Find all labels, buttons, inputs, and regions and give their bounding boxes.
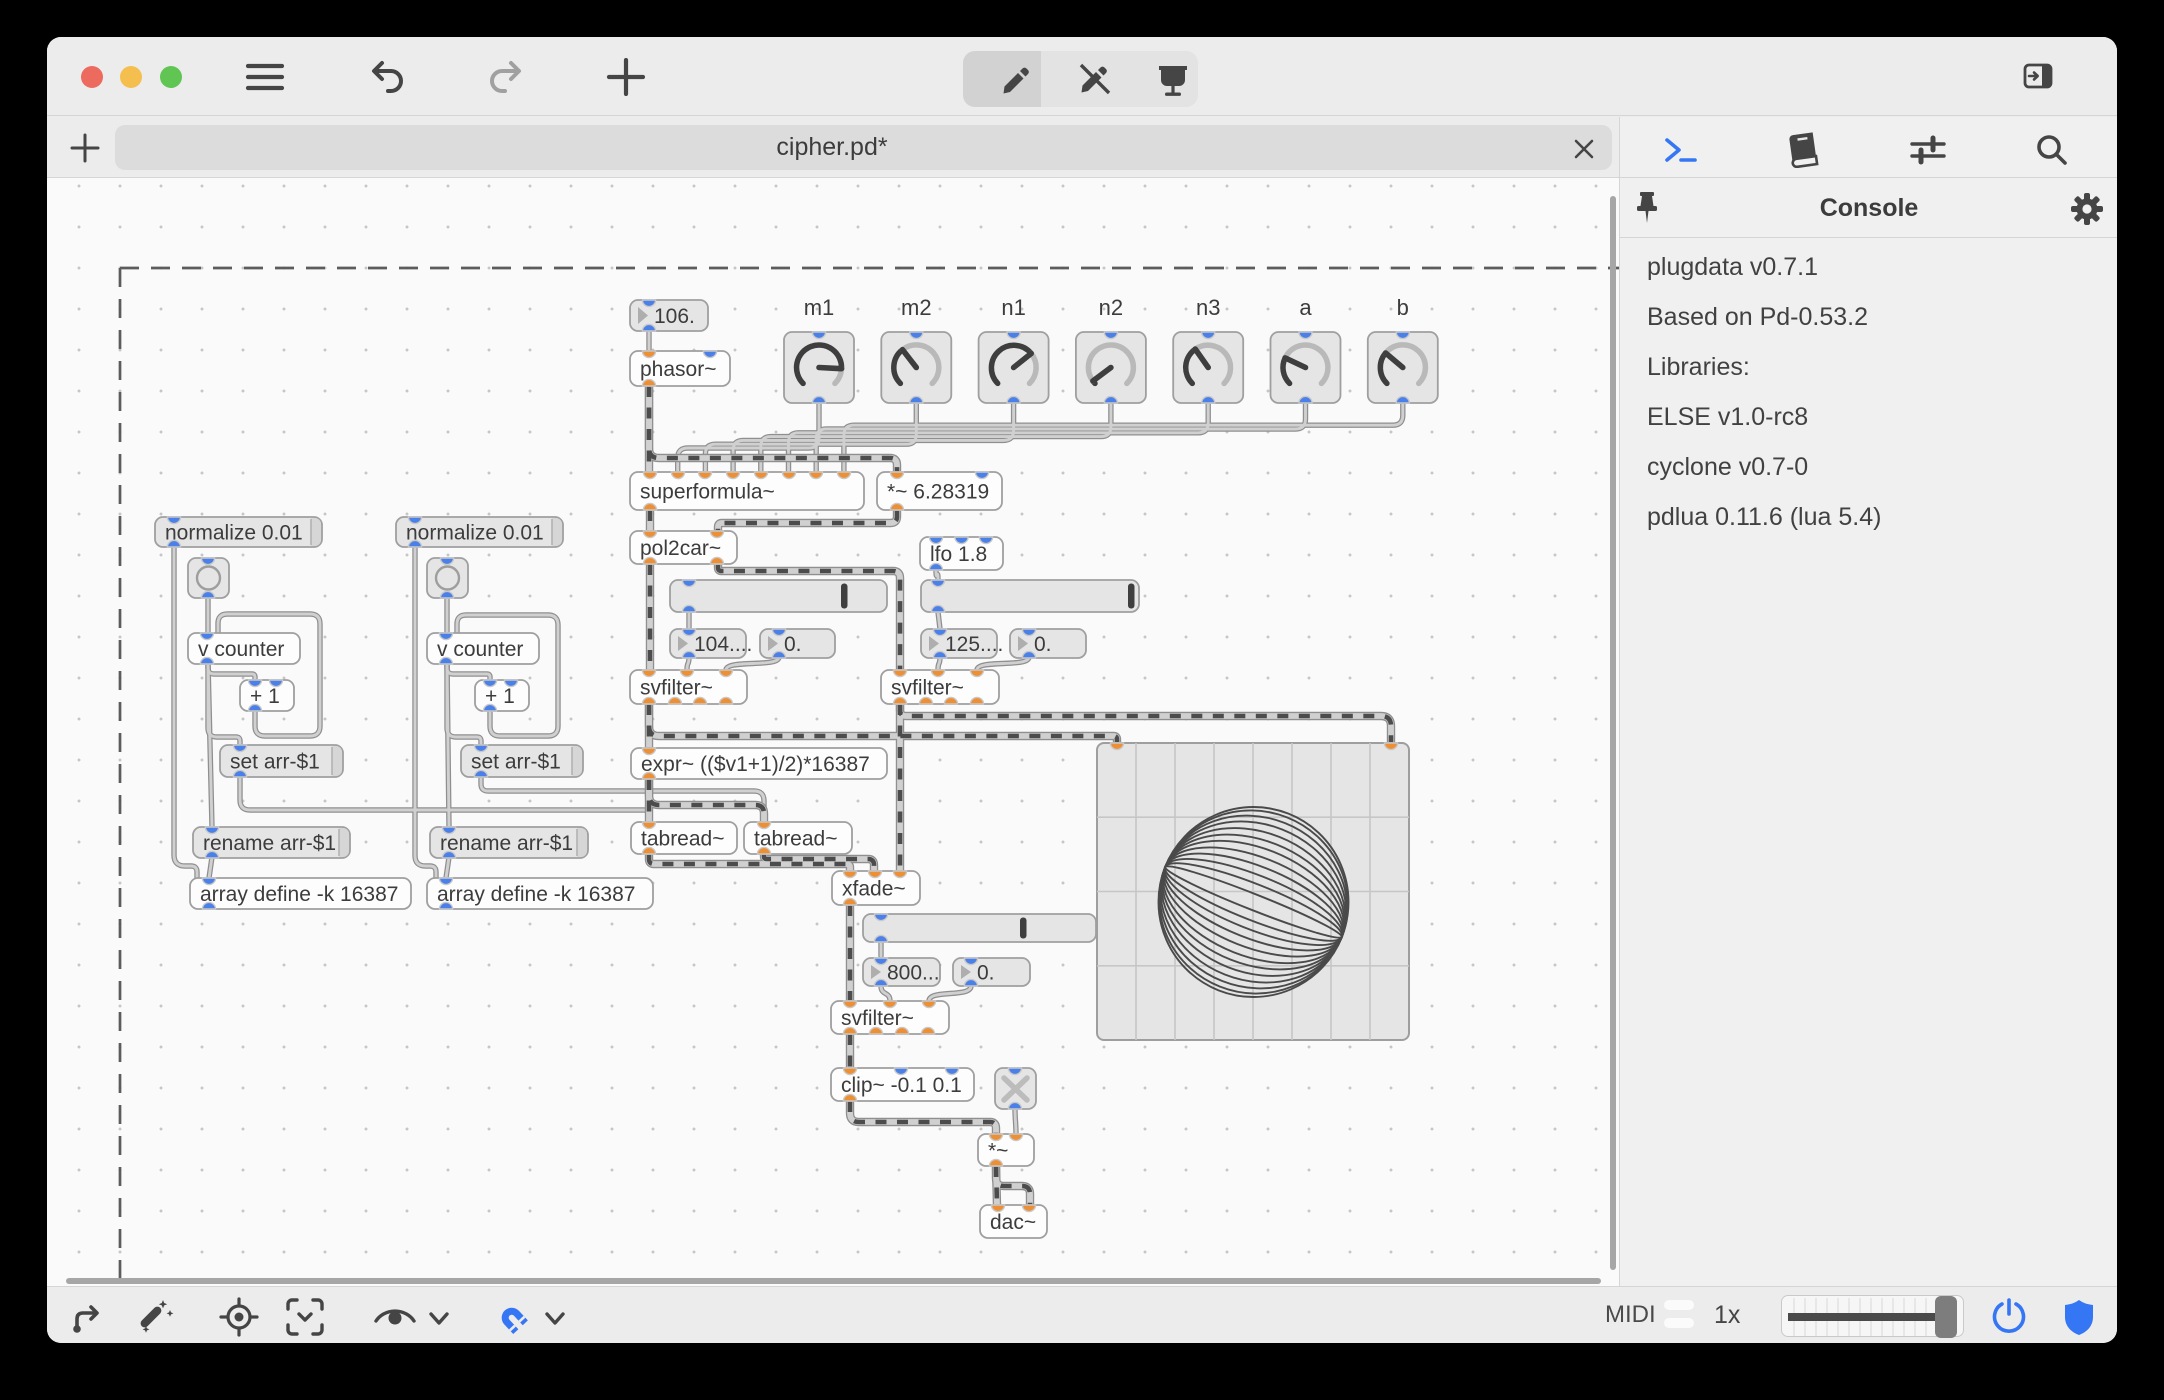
svg-text:rename arr-$1: rename arr-$1 — [203, 832, 336, 855]
svg-text:v counter: v counter — [198, 638, 284, 661]
svg-text:array define -k 16387: array define -k 16387 — [437, 883, 635, 906]
svg-text:n1: n1 — [1001, 295, 1025, 320]
svg-text:normalize 0.01: normalize 0.01 — [406, 522, 544, 545]
svg-text:106.: 106. — [654, 305, 695, 328]
svg-text:m2: m2 — [901, 295, 932, 320]
svg-text:superformula~: superformula~ — [640, 481, 775, 504]
svg-text:array define -k 16387: array define -k 16387 — [200, 883, 398, 906]
svg-text:m1: m1 — [804, 295, 835, 320]
svg-text:0.: 0. — [784, 633, 802, 656]
svg-text:*~ 6.28319: *~ 6.28319 — [887, 481, 989, 504]
svg-text:tabread~: tabread~ — [641, 828, 725, 851]
svg-text:normalize 0.01: normalize 0.01 — [165, 522, 303, 545]
svg-text:svfilter~: svfilter~ — [640, 677, 713, 700]
svg-text:lfo 1.8: lfo 1.8 — [930, 543, 987, 566]
svg-text:tabread~: tabread~ — [754, 828, 838, 851]
svg-text:125....: 125.... — [945, 633, 1003, 656]
svg-text:svfilter~: svfilter~ — [891, 677, 964, 700]
svg-text:a: a — [1299, 295, 1312, 320]
svg-text:dac~: dac~ — [990, 1211, 1036, 1234]
svg-text:104....: 104.... — [694, 633, 752, 656]
svg-text:n3: n3 — [1196, 295, 1220, 320]
svg-text:800...: 800... — [887, 962, 940, 985]
svg-text:pol2car~: pol2car~ — [640, 537, 721, 560]
svg-text:v counter: v counter — [437, 638, 523, 661]
svg-text:set arr-$1: set arr-$1 — [230, 751, 320, 774]
svg-text:svfilter~: svfilter~ — [841, 1007, 914, 1030]
svg-text:xfade~: xfade~ — [842, 878, 906, 901]
svg-text:b: b — [1397, 295, 1409, 320]
svg-text:expr~ (($v1+1)/2)*16387: expr~ (($v1+1)/2)*16387 — [641, 753, 870, 776]
svg-text:0.: 0. — [1034, 633, 1052, 656]
svg-text:clip~ -0.1 0.1: clip~ -0.1 0.1 — [841, 1074, 962, 1097]
svg-text:0.: 0. — [977, 962, 995, 985]
svg-text:phasor~: phasor~ — [640, 358, 716, 381]
svg-text:rename arr-$1: rename arr-$1 — [440, 832, 573, 855]
svg-text:n2: n2 — [1099, 295, 1123, 320]
svg-text:set arr-$1: set arr-$1 — [471, 751, 561, 774]
